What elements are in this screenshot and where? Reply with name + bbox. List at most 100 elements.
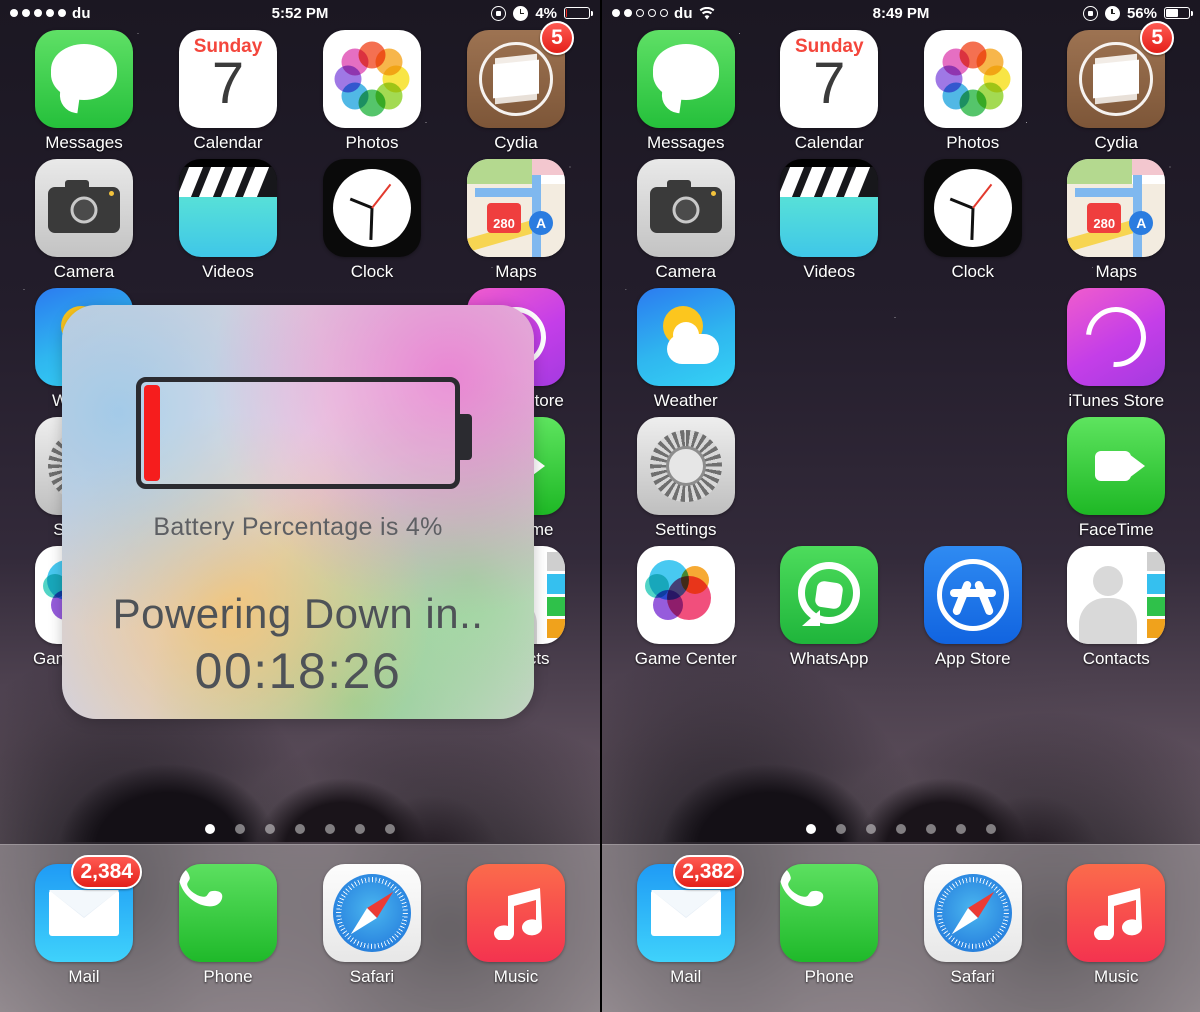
app-label: Messages — [45, 133, 123, 152]
calendar-icon[interactable]: Sunday 7 — [179, 30, 277, 128]
mail-icon[interactable]: 2,382 — [636, 855, 744, 962]
calendar-date: 7 — [813, 51, 846, 116]
app-clock[interactable]: Clock — [311, 159, 433, 282]
maps-icon[interactable]: 280 A — [1067, 159, 1166, 257]
app-row: Camera Videos Clock 280 A Maps — [0, 159, 600, 282]
dock-app-phone[interactable]: Phone — [167, 864, 289, 987]
signal-strength-dots — [612, 9, 668, 17]
rotation-lock-icon — [1082, 5, 1098, 21]
app-label: Contacts — [1082, 649, 1150, 668]
camera-icon[interactable] — [636, 159, 735, 257]
dock-app-music[interactable]: Music — [1055, 864, 1177, 987]
app-contacts[interactable]: Contacts — [1055, 546, 1177, 669]
itunes-store-icon[interactable] — [1067, 288, 1166, 386]
app-game-center[interactable]: Game Center — [625, 546, 747, 669]
dock-right: 2,382 Mail Phone Safari Music — [602, 844, 1200, 1012]
app-label: Photos — [345, 133, 399, 152]
messages-icon[interactable] — [636, 30, 735, 128]
app-label: Camera — [655, 262, 716, 281]
clock-icon[interactable] — [323, 159, 421, 257]
map-marker: A — [529, 211, 553, 235]
battery-icon — [564, 7, 593, 19]
music-icon[interactable] — [467, 864, 565, 962]
badge-count: 5 — [540, 21, 574, 55]
messages-icon[interactable] — [35, 30, 133, 128]
app-videos[interactable]: Videos — [768, 159, 890, 282]
safari-icon[interactable] — [923, 864, 1022, 962]
app-label: Maps — [1095, 262, 1138, 281]
phone-icon[interactable] — [780, 864, 879, 962]
app-maps[interactable]: 280 A Maps — [455, 159, 577, 282]
app-facetime[interactable]: FaceTime — [1055, 417, 1177, 540]
photos-icon[interactable] — [323, 30, 421, 128]
settings-icon[interactable] — [636, 417, 735, 515]
maps-icon[interactable]: 280 A — [467, 159, 565, 257]
mail-icon[interactable]: 2,384 — [35, 855, 142, 962]
carrier-name: du — [674, 4, 693, 22]
page-indicator-dots[interactable] — [0, 824, 600, 834]
app-photos[interactable]: Photos — [311, 30, 433, 153]
app-photos[interactable]: Photos — [912, 30, 1034, 153]
app-label: Safari — [950, 967, 995, 986]
app-settings[interactable]: Settings — [625, 417, 747, 540]
app-label: Clock — [951, 262, 994, 281]
app-row: Messages Sunday 7 Calendar Photos 5 Cydi… — [602, 21, 1200, 153]
safari-icon[interactable] — [323, 864, 421, 962]
clock-icon[interactable] — [923, 159, 1022, 257]
cydia-icon[interactable]: 5 — [1067, 21, 1175, 128]
app-cydia[interactable]: 5 Cydia — [455, 21, 577, 153]
photos-icon[interactable] — [923, 30, 1022, 128]
app-clock[interactable]: Clock — [912, 159, 1034, 282]
battery-percent-label: 56% — [1126, 4, 1157, 22]
app-weather[interactable]: Weather — [625, 288, 747, 411]
app-camera[interactable]: Camera — [23, 159, 145, 282]
calendar-icon[interactable]: Sunday 7 — [780, 30, 879, 128]
app-label: Mail — [68, 967, 100, 986]
weather-icon[interactable] — [636, 288, 735, 386]
battery-popup-left[interactable]: Battery Percentage is 4% Powering Down i… — [62, 305, 534, 719]
dock-app-music[interactable]: Music — [455, 864, 577, 987]
app-row: Camera Videos Clock 280 A Maps — [602, 159, 1200, 282]
facetime-icon[interactable] — [1067, 417, 1166, 515]
app-label: Videos — [803, 262, 856, 281]
app-cydia[interactable]: 5 Cydia — [1055, 21, 1177, 153]
countdown-timer: 00:18:26 — [194, 643, 402, 699]
app-app-store[interactable]: App Store — [912, 546, 1034, 669]
app-camera[interactable]: Camera — [625, 159, 747, 282]
app-label: Weather — [653, 391, 718, 410]
videos-icon[interactable] — [179, 159, 277, 257]
app-itunes-store[interactable]: iTunes Store — [1055, 288, 1177, 411]
app-label: Music — [1094, 967, 1139, 986]
app-maps[interactable]: 280 A Maps — [1055, 159, 1177, 282]
dock-app-phone[interactable]: Phone — [768, 864, 890, 987]
whatsapp-icon[interactable] — [780, 546, 879, 644]
app-label: Safari — [349, 967, 395, 986]
dock-app-safari[interactable]: Safari — [311, 864, 433, 987]
app-calendar[interactable]: Sunday 7 Calendar — [167, 30, 289, 153]
app-messages[interactable]: Messages — [625, 30, 747, 153]
contacts-icon[interactable] — [1067, 546, 1166, 644]
app-whatsapp[interactable]: WhatsApp — [768, 546, 890, 669]
app-label: iTunes Store — [1068, 391, 1165, 410]
badge-count: 5 — [1140, 21, 1175, 55]
dock-app-safari[interactable]: Safari — [912, 864, 1034, 987]
dock-app-mail[interactable]: 2,384 Mail — [23, 855, 145, 987]
videos-icon[interactable] — [780, 159, 879, 257]
music-icon[interactable] — [1067, 864, 1166, 962]
highway-shield: 280 — [487, 203, 521, 233]
dock-app-mail[interactable]: 2,382 Mail — [625, 855, 747, 987]
status-bar-left: du 5:52 PM 4% — [0, 0, 600, 26]
camera-icon[interactable] — [35, 159, 133, 257]
game-center-icon[interactable] — [636, 546, 735, 644]
app-calendar[interactable]: Sunday 7 Calendar — [768, 30, 890, 153]
cydia-icon[interactable]: 5 — [467, 21, 574, 128]
app-videos[interactable]: Videos — [167, 159, 289, 282]
dock-left: 2,384 Mail Phone Safari Music — [0, 844, 600, 1012]
status-bar-right: du 8:49 PM 56% — [602, 0, 1200, 26]
app-row: Messages Sunday 7 Calendar Photos 5 Cydi… — [0, 21, 600, 153]
page-indicator-dots[interactable] — [602, 824, 1200, 834]
app-label: Calendar — [794, 133, 864, 152]
app-store-icon[interactable] — [923, 546, 1022, 644]
phone-icon[interactable] — [179, 864, 277, 962]
app-messages[interactable]: Messages — [23, 30, 145, 153]
